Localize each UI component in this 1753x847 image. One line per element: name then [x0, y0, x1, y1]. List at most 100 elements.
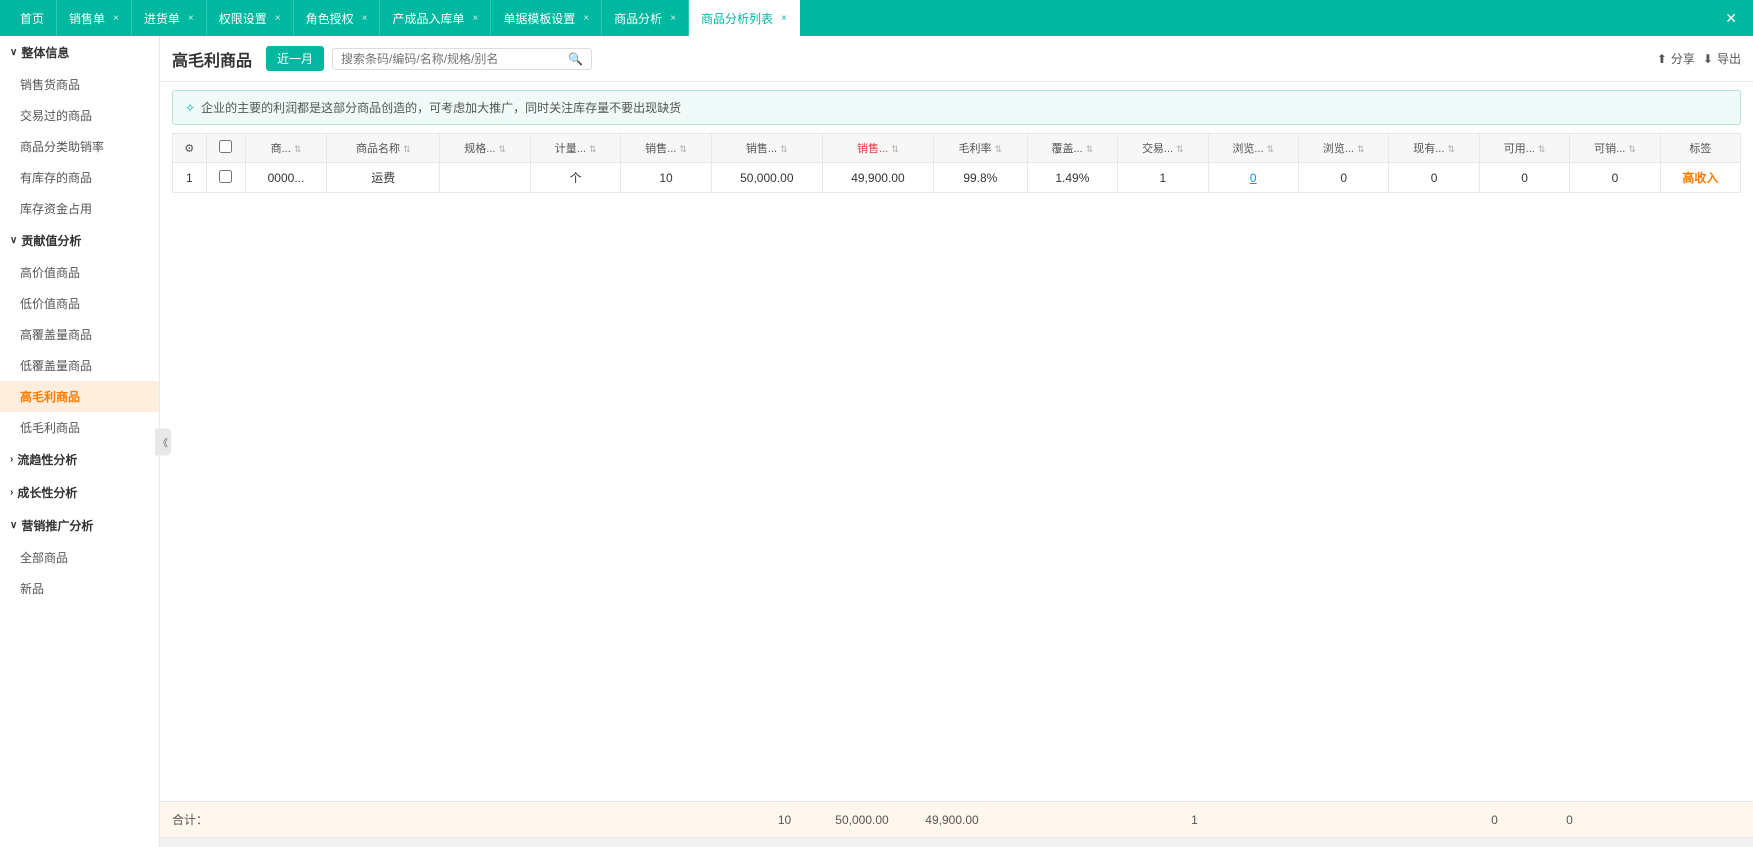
- nav-tab-permissions[interactable]: 权限设置 ×: [207, 0, 294, 36]
- cell-name: 运费: [327, 163, 440, 193]
- nav-tab-sales[interactable]: 销售单 ×: [57, 0, 132, 36]
- sidebar-item-all-goods[interactable]: 全部商品: [0, 542, 159, 573]
- nav-tab-roles-close[interactable]: ×: [362, 13, 368, 24]
- col-browse1-sort-icon: ⇅: [1267, 144, 1275, 154]
- sidebar-group-contribution-arrow: ∨: [10, 235, 17, 246]
- top-navigation: 首页 销售单 × 进货单 × 权限设置 × 角色授权 × 产成品入库单 × 单据…: [0, 0, 1753, 36]
- browse1-link[interactable]: 0: [1250, 171, 1257, 185]
- col-code[interactable]: 商... ⇅: [245, 134, 326, 163]
- col-sales-amount[interactable]: 销售... ⇅: [711, 134, 822, 163]
- nav-tab-permissions-close[interactable]: ×: [275, 13, 281, 24]
- footer-sales-amount: 50,000.00: [817, 813, 907, 827]
- col-stock-available[interactable]: 可用... ⇅: [1479, 134, 1569, 163]
- col-checkbox[interactable]: [206, 134, 245, 163]
- col-stock-saleable-sort-icon: ⇅: [1628, 144, 1636, 154]
- sidebar-group-growth-label: 成长性分析: [17, 484, 77, 501]
- col-sales-qty-sort-icon: ⇅: [679, 144, 687, 154]
- col-unit[interactable]: 计量... ⇅: [530, 134, 620, 163]
- sidebar-item-traded-goods[interactable]: 交易过的商品: [0, 100, 159, 131]
- cell-browse1[interactable]: 0: [1208, 163, 1298, 193]
- footer-label: 合计：: [172, 811, 752, 828]
- search-icon[interactable]: 🔍: [568, 52, 583, 66]
- nav-tab-purchase[interactable]: 进货单 ×: [132, 0, 207, 36]
- sidebar-item-stock-funds[interactable]: 库存资金占用: [0, 193, 159, 224]
- cell-sales-amount: 50,000.00: [711, 163, 822, 193]
- sidebar-item-high-value[interactable]: 高价值商品: [0, 257, 159, 288]
- col-spec[interactable]: 规格... ⇅: [440, 134, 530, 163]
- nav-tab-analysis-list-label: 商品分析列表: [701, 10, 773, 27]
- tag-high-income: 高收入: [1682, 171, 1718, 185]
- sidebar-group-contribution[interactable]: ∨ 贡献值分析: [0, 224, 159, 257]
- nav-tab-product-entry-close[interactable]: ×: [472, 13, 478, 24]
- nav-tab-analysis-list-close[interactable]: ×: [781, 13, 787, 24]
- sidebar-item-sales-goods[interactable]: 销售货商品: [0, 69, 159, 100]
- sidebar-item-in-stock[interactable]: 有库存的商品: [0, 162, 159, 193]
- col-gross-margin-sort-icon: ⇅: [995, 144, 1003, 154]
- col-browse2[interactable]: 浏览... ⇅: [1298, 134, 1388, 163]
- sidebar-item-low-coverage[interactable]: 低覆盖量商品: [0, 350, 159, 381]
- sidebar-group-marketing-label: 营销推广分析: [21, 517, 93, 534]
- sidebar-group-marketing[interactable]: ∨ 营销推广分析: [0, 509, 159, 542]
- sidebar-group-growth[interactable]: › 成长性分析: [0, 476, 159, 509]
- export-label: 导出: [1717, 50, 1741, 67]
- nav-tab-analysis-close[interactable]: ×: [670, 13, 676, 24]
- nav-tab-sales-label: 销售单: [69, 10, 105, 27]
- col-settings[interactable]: ⚙: [173, 134, 207, 163]
- header-actions: ⬆ 分享 ⬇ 导出: [1657, 50, 1741, 67]
- nav-tab-product-entry[interactable]: 产成品入库单 ×: [380, 0, 491, 36]
- sidebar-item-low-margin[interactable]: 低毛利商品: [0, 412, 159, 443]
- table-row: 1 0000... 运费 个 10 50,000.00 49,900.00 99…: [173, 163, 1741, 193]
- col-stock-saleable[interactable]: 可销... ⇅: [1570, 134, 1660, 163]
- col-gross-margin[interactable]: 毛利率 ⇅: [933, 134, 1027, 163]
- sidebar-item-new-goods[interactable]: 新品: [0, 573, 159, 604]
- nav-tab-analysis[interactable]: 商品分析 ×: [602, 0, 689, 36]
- col-code-sort-icon: ⇅: [294, 144, 302, 154]
- col-browse1[interactable]: 浏览... ⇅: [1208, 134, 1298, 163]
- cell-sales-qty: 10: [621, 163, 711, 193]
- cell-trade: 1: [1118, 163, 1208, 193]
- filter-recent-month-button[interactable]: 近一月: [266, 46, 324, 71]
- nav-tab-analysis-list[interactable]: 商品分析列表 ×: [689, 0, 800, 36]
- cell-stock-current: 0: [1389, 163, 1479, 193]
- close-all-tabs-button[interactable]: ✕: [1717, 10, 1745, 27]
- share-icon: ⬆: [1657, 52, 1667, 66]
- cell-checkbox[interactable]: [206, 163, 245, 193]
- sidebar-collapse-button[interactable]: 《: [155, 428, 171, 455]
- nav-tab-home[interactable]: 首页: [8, 0, 57, 36]
- col-browse2-sort-icon: ⇅: [1357, 144, 1365, 154]
- nav-tab-roles[interactable]: 角色授权 ×: [294, 0, 381, 36]
- cell-index: 1: [173, 163, 207, 193]
- nav-tab-home-label: 首页: [20, 10, 44, 27]
- col-coverage[interactable]: 覆盖... ⇅: [1027, 134, 1117, 163]
- info-icon: ✧: [185, 101, 195, 115]
- col-trade-sort-icon: ⇅: [1176, 144, 1184, 154]
- nav-tab-purchase-label: 进货单: [144, 10, 180, 27]
- sidebar-group-overall[interactable]: ∨ 整体信息: [0, 36, 159, 69]
- nav-tab-purchase-close[interactable]: ×: [188, 13, 194, 24]
- sidebar-group-trend-label: 流趋性分析: [17, 451, 77, 468]
- nav-tab-template[interactable]: 单据模板设置 ×: [491, 0, 602, 36]
- sidebar-item-low-value[interactable]: 低价值商品: [0, 288, 159, 319]
- cell-browse2: 0: [1298, 163, 1388, 193]
- bottom-scrollbar[interactable]: [160, 837, 1753, 847]
- sidebar-group-trend[interactable]: › 流趋性分析: [0, 443, 159, 476]
- share-button[interactable]: ⬆ 分享: [1657, 50, 1695, 67]
- col-sales-profit[interactable]: 销售... ⇅: [822, 134, 933, 163]
- col-trade[interactable]: 交易... ⇅: [1118, 134, 1208, 163]
- cell-code: 0000...: [245, 163, 326, 193]
- export-button[interactable]: ⬇ 导出: [1703, 50, 1741, 67]
- col-stock-current[interactable]: 现有... ⇅: [1389, 134, 1479, 163]
- cell-sales-profit: 49,900.00: [822, 163, 933, 193]
- search-input[interactable]: [341, 52, 564, 66]
- col-sales-qty[interactable]: 销售... ⇅: [621, 134, 711, 163]
- sidebar-group-contribution-label: 贡献值分析: [21, 232, 81, 249]
- sidebar-item-category-sales-rate[interactable]: 商品分类助销率: [0, 131, 159, 162]
- sidebar-item-high-coverage[interactable]: 高覆盖量商品: [0, 319, 159, 350]
- select-all-checkbox[interactable]: [219, 140, 232, 153]
- row-checkbox[interactable]: [219, 170, 232, 183]
- sidebar-item-high-margin[interactable]: 高毛利商品: [0, 381, 159, 412]
- footer-sales-profit: 49,900.00: [907, 813, 997, 827]
- nav-tab-sales-close[interactable]: ×: [113, 13, 119, 24]
- col-name[interactable]: 商品名称 ⇅: [327, 134, 440, 163]
- nav-tab-template-close[interactable]: ×: [583, 13, 589, 24]
